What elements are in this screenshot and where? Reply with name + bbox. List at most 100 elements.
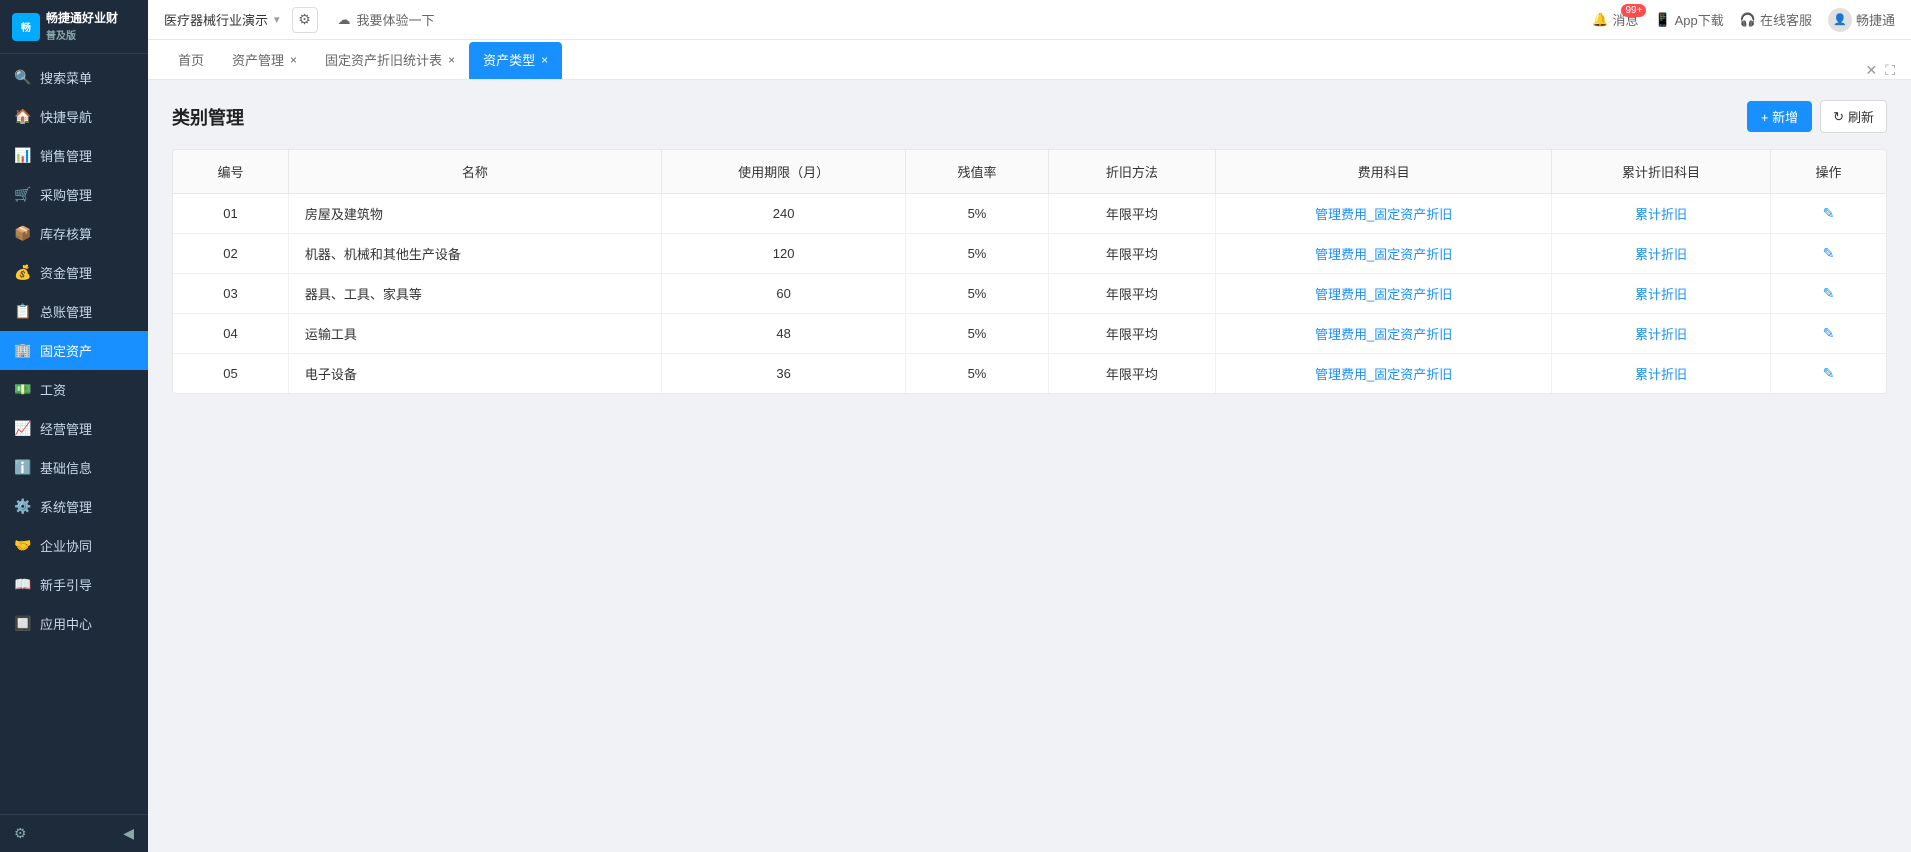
cell-6: 累计折旧	[1552, 314, 1771, 354]
inventory-icon: 📦	[14, 225, 32, 243]
online-service-button[interactable]: 🎧 在线客服	[1740, 10, 1812, 29]
sidebar-item-system[interactable]: ⚙️ 系统管理	[0, 487, 148, 526]
system-icon: ⚙️	[14, 498, 32, 516]
table-column-header: 使用期限（月）	[661, 150, 906, 194]
edit-icon[interactable]: ✎	[1823, 325, 1835, 341]
sidebar-item-quick-nav[interactable]: 🏠 快捷导航	[0, 97, 148, 136]
sidebar-item-label: 新手引导	[40, 575, 92, 594]
sidebar: 畅 畅捷通好业财 普及版 🔍 搜索菜单 🏠 快捷导航 📊 销售管理 🛒 采购管理…	[0, 0, 148, 852]
experience-button[interactable]: ☁ 我要体验一下	[338, 10, 435, 29]
sidebar-item-inventory[interactable]: 📦 库存核算	[0, 214, 148, 253]
tabs-actions: ✕ ⛶	[1865, 62, 1895, 79]
sidebar-item-label: 应用中心	[40, 614, 92, 633]
tab-1[interactable]: 资产管理 ×	[218, 42, 311, 79]
edit-action[interactable]: ✎	[1771, 354, 1886, 394]
app-center-icon: 🔲	[14, 615, 32, 633]
cell-0: 03	[173, 274, 288, 314]
tab-close-icon[interactable]: ×	[448, 53, 455, 67]
cell-2: 48	[661, 314, 906, 354]
module-name: 医疗器械行业演示	[164, 10, 268, 29]
cell-5: 管理费用_固定资产折旧	[1216, 194, 1552, 234]
headset-icon: 🎧	[1740, 12, 1756, 28]
tab-label: 资产管理	[232, 50, 284, 69]
new-button[interactable]: + 新增	[1747, 101, 1812, 132]
sidebar-item-guide[interactable]: 📖 新手引导	[0, 565, 148, 604]
sidebar-item-search[interactable]: 🔍 搜索菜单	[0, 58, 148, 97]
tab-2[interactable]: 固定资产折旧统计表 ×	[311, 42, 469, 79]
sidebar-item-label: 企业协同	[40, 536, 92, 555]
edit-action[interactable]: ✎	[1771, 314, 1886, 354]
close-tab-icon[interactable]: ✕	[1865, 62, 1877, 79]
sidebar-item-label: 工资	[40, 380, 66, 399]
cell-5: 管理费用_固定资产折旧	[1216, 314, 1552, 354]
cell-0: 02	[173, 234, 288, 274]
sidebar-item-label: 资金管理	[40, 263, 92, 282]
experience-label: 我要体验一下	[357, 10, 435, 29]
cell-0: 04	[173, 314, 288, 354]
sidebar-item-purchase[interactable]: 🛒 采购管理	[0, 175, 148, 214]
refresh-button[interactable]: ↻ 刷新	[1820, 100, 1887, 133]
settings-footer-icon[interactable]: ⚙	[14, 825, 27, 842]
edit-icon[interactable]: ✎	[1823, 205, 1835, 221]
sidebar-item-label: 销售管理	[40, 146, 92, 165]
table-column-header: 编号	[173, 150, 288, 194]
tab-label: 资产类型	[483, 50, 535, 69]
expand-icon[interactable]: ⛶	[1885, 62, 1895, 79]
cell-4: 年限平均	[1048, 194, 1216, 234]
user-name: 畅捷通	[1856, 10, 1895, 29]
module-selector[interactable]: 医疗器械行业演示 ▾	[164, 10, 280, 29]
topbar-right: 🔔 消息 99+ 📱 App下载 🎧 在线客服 👤 畅捷通	[1592, 8, 1895, 32]
bell-icon: 🔔	[1592, 12, 1608, 28]
notifications-button[interactable]: 🔔 消息 99+	[1592, 10, 1638, 29]
tab-close-icon[interactable]: ×	[290, 53, 297, 67]
sidebar-item-fixed-assets[interactable]: 🏢 固定资产	[0, 331, 148, 370]
sidebar-item-salary[interactable]: 💵 工资	[0, 370, 148, 409]
cooperation-icon: 🤝	[14, 537, 32, 555]
table-header: 编号名称使用期限（月）残值率折旧方法费用科目累计折旧科目操作	[173, 150, 1886, 194]
cell-1: 电子设备	[288, 354, 661, 394]
sidebar-item-capital[interactable]: 💰 资金管理	[0, 253, 148, 292]
cell-1: 运输工具	[288, 314, 661, 354]
main-area: 医疗器械行业演示 ▾ ⚙ ☁ 我要体验一下 🔔 消息 99+ 📱 App下载 🎧…	[148, 0, 1911, 852]
refresh-icon: ↻	[1833, 109, 1844, 125]
table-column-header: 残值率	[906, 150, 1048, 194]
sidebar-item-label: 系统管理	[40, 497, 92, 516]
logo-icon: 畅	[12, 13, 40, 41]
edit-action[interactable]: ✎	[1771, 274, 1886, 314]
cell-6: 累计折旧	[1552, 354, 1771, 394]
page-header: 类别管理 + 新增 ↻ 刷新	[172, 100, 1887, 133]
tabs-bar: 首页资产管理 × 固定资产折旧统计表 × 资产类型 × ✕ ⛶	[148, 40, 1911, 80]
sidebar-item-cooperation[interactable]: 🤝 企业协同	[0, 526, 148, 565]
cell-1: 机器、机械和其他生产设备	[288, 234, 661, 274]
tab-label: 固定资产折旧统计表	[325, 50, 442, 69]
table-column-header: 累计折旧科目	[1552, 150, 1771, 194]
sidebar-item-sales[interactable]: 📊 销售管理	[0, 136, 148, 175]
sidebar-item-basic-info[interactable]: ℹ️ 基础信息	[0, 448, 148, 487]
category-table: 编号名称使用期限（月）残值率折旧方法费用科目累计折旧科目操作 01房屋及建筑物2…	[173, 150, 1886, 393]
sidebar-item-label: 库存核算	[40, 224, 92, 243]
edit-icon[interactable]: ✎	[1823, 365, 1835, 381]
edit-icon[interactable]: ✎	[1823, 285, 1835, 301]
app-download-button[interactable]: 📱 App下载	[1654, 10, 1723, 29]
tab-0[interactable]: 首页	[164, 42, 218, 79]
cell-4: 年限平均	[1048, 274, 1216, 314]
edit-action[interactable]: ✎	[1771, 234, 1886, 274]
tab-3[interactable]: 资产类型 ×	[469, 42, 562, 79]
topbar: 医疗器械行业演示 ▾ ⚙ ☁ 我要体验一下 🔔 消息 99+ 📱 App下载 🎧…	[148, 0, 1911, 40]
table-row: 05电子设备365%年限平均管理费用_固定资产折旧累计折旧✎	[173, 354, 1886, 394]
purchase-icon: 🛒	[14, 186, 32, 204]
sidebar-item-label: 总账管理	[40, 302, 92, 321]
tab-close-icon[interactable]: ×	[541, 53, 548, 67]
user-profile[interactable]: 👤 畅捷通	[1828, 8, 1895, 32]
edit-icon[interactable]: ✎	[1823, 245, 1835, 261]
settings-button[interactable]: ⚙	[292, 7, 318, 33]
ledger-icon: 📋	[14, 303, 32, 321]
sidebar-item-app-center[interactable]: 🔲 应用中心	[0, 604, 148, 643]
cell-5: 管理费用_固定资产折旧	[1216, 274, 1552, 314]
page-content: 类别管理 + 新增 ↻ 刷新 编号名称使用期限（月）残值率折旧方法费用科目累计折…	[148, 80, 1911, 852]
edit-action[interactable]: ✎	[1771, 194, 1886, 234]
sidebar-item-ledger[interactable]: 📋 总账管理	[0, 292, 148, 331]
cell-1: 器具、工具、家具等	[288, 274, 661, 314]
sidebar-item-operation[interactable]: 📈 经营管理	[0, 409, 148, 448]
collapse-icon[interactable]: ◀	[123, 825, 134, 842]
